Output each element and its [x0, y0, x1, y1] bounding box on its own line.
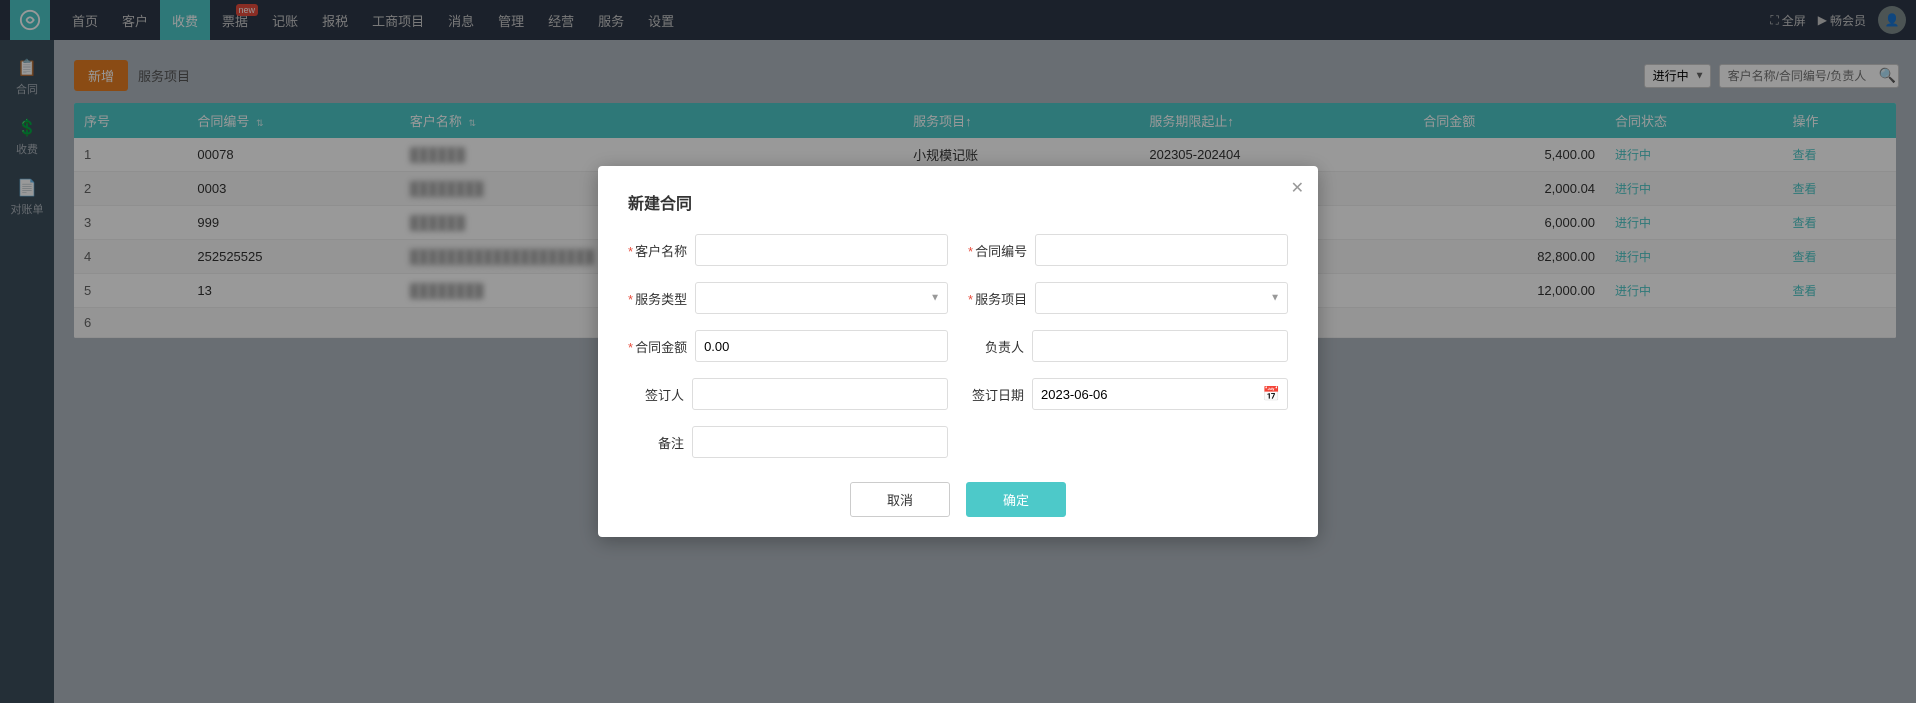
layout: 📋 合同 💲 收费 📄 对账单 新增 服务项目 进行中 已完成 已终止 — [0, 40, 1916, 703]
form-group-signer: 签订人 — [628, 378, 948, 410]
sign-date-label: 签订日期 — [968, 385, 1024, 404]
service-type-select-wrap: ▼ — [695, 282, 948, 314]
form-group-sign-date: 签订日期 📅 — [968, 378, 1288, 410]
modal-overlay: ✕ 新建合同 *客户名称 *合同编号 — [54, 40, 1916, 703]
form-group-contract-no: *合同编号 — [968, 234, 1288, 266]
form-row-5: 备注 — [628, 426, 1288, 458]
service-item-select[interactable] — [1035, 282, 1288, 314]
contract-amount-input[interactable] — [695, 330, 948, 362]
service-item-select-wrap: ▼ — [1035, 282, 1288, 314]
form-row-4: 签订人 签订日期 📅 — [628, 378, 1288, 410]
form-group-notes: 备注 — [628, 426, 948, 458]
cancel-button[interactable]: 取消 — [850, 482, 950, 517]
form-row-3: *合同金额 负责人 — [628, 330, 1288, 362]
dialog-footer: 取消 确定 — [628, 482, 1288, 517]
contract-no-input[interactable] — [1035, 234, 1288, 266]
new-contract-dialog: ✕ 新建合同 *客户名称 *合同编号 — [598, 166, 1318, 537]
customer-name-label: *客户名称 — [628, 241, 687, 260]
service-item-label: *服务项目 — [968, 289, 1027, 308]
form-group-responsible: 负责人 — [968, 330, 1288, 362]
form-group-service-type: *服务类型 ▼ — [628, 282, 948, 314]
responsible-label: 负责人 — [968, 337, 1024, 356]
form-row-1: *客户名称 *合同编号 — [628, 234, 1288, 266]
signer-label: 签订人 — [628, 385, 684, 404]
sign-date-input[interactable] — [1032, 378, 1288, 410]
contract-amount-label: *合同金额 — [628, 337, 687, 356]
form-group-service-item: *服务项目 ▼ — [968, 282, 1288, 314]
service-type-label: *服务类型 — [628, 289, 687, 308]
dialog-title: 新建合同 — [628, 190, 1288, 214]
customer-name-input[interactable] — [695, 234, 948, 266]
contract-no-label: *合同编号 — [968, 241, 1027, 260]
service-type-select[interactable] — [695, 282, 948, 314]
notes-input[interactable] — [692, 426, 948, 458]
close-button[interactable]: ✕ — [1291, 178, 1304, 198]
form-group-customer-name: *客户名称 — [628, 234, 948, 266]
confirm-button[interactable]: 确定 — [966, 482, 1066, 517]
responsible-input[interactable] — [1032, 330, 1288, 362]
main-content: 新增 服务项目 进行中 已完成 已终止 ▼ 🔍 — [54, 40, 1916, 703]
notes-label: 备注 — [628, 433, 684, 452]
form-row-2: *服务类型 ▼ *服务项目 — [628, 282, 1288, 314]
form-group-contract-amount: *合同金额 — [628, 330, 948, 362]
signer-input[interactable] — [692, 378, 948, 410]
sign-date-wrap: 📅 — [1032, 378, 1288, 410]
